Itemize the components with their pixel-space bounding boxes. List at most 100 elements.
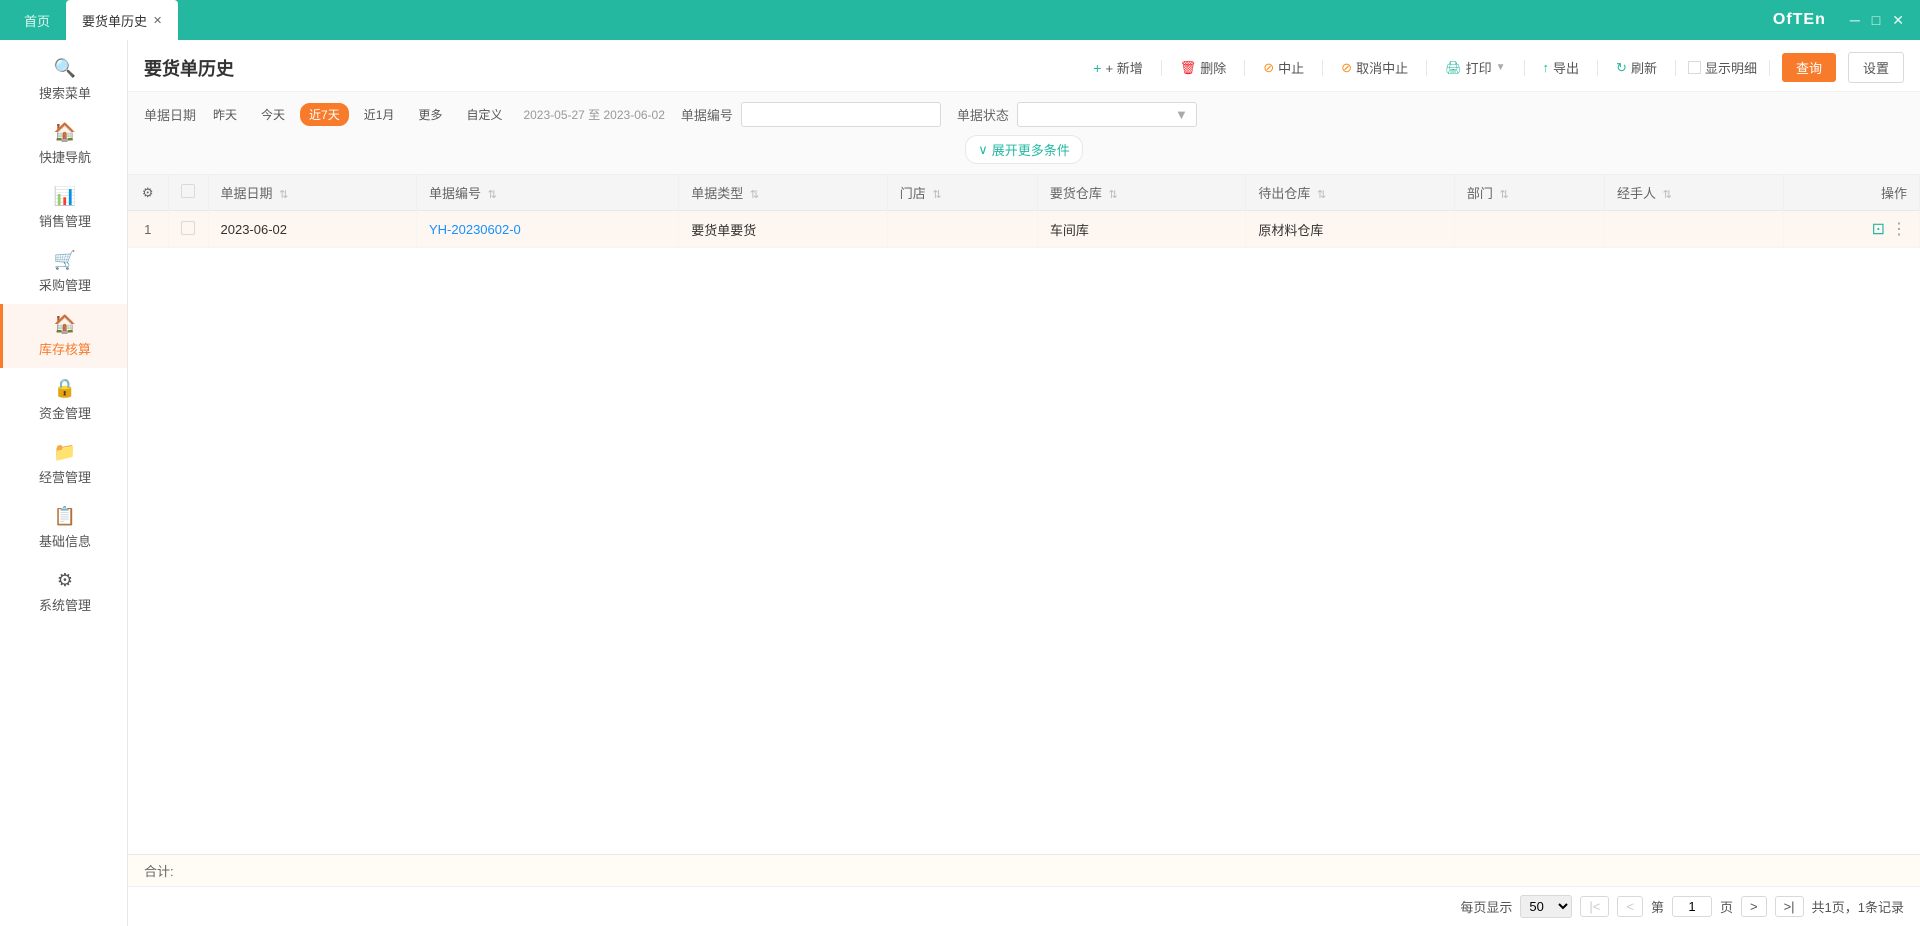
delete-icon: 🗑: [1180, 60, 1197, 76]
view-action-icon[interactable]: ⊡: [1872, 219, 1885, 239]
sidebar-item-finance[interactable]: 🔒 资金管理: [0, 368, 127, 432]
page-size-select[interactable]: 50 10 20 100: [1520, 895, 1572, 918]
status-select[interactable]: ▼: [1017, 102, 1197, 127]
brand-label: OfTEn: [1769, 11, 1838, 29]
tab-home[interactable]: 首页: [8, 0, 66, 40]
col-store-label: 门店: [900, 186, 926, 201]
tab-requisition-history[interactable]: 要货单历史 ✕: [66, 0, 178, 40]
setting-button[interactable]: 设置: [1848, 52, 1904, 83]
expand-more-button[interactable]: ∨ 展开更多条件: [965, 135, 1083, 164]
col-handler[interactable]: 经手人 ⇅: [1605, 175, 1784, 211]
sales-icon: 📊: [54, 186, 76, 207]
doc-no-link[interactable]: YH-20230602-0: [429, 222, 521, 237]
sidebar-item-inventory[interactable]: 🏠 库存核算: [0, 304, 127, 368]
row-req-warehouse: 车间库: [1037, 211, 1246, 248]
more-action-icon[interactable]: ⋮: [1891, 219, 1907, 239]
col-doc-date-label: 单据日期: [221, 186, 273, 201]
row-handler: [1605, 211, 1784, 248]
date-btn-custom[interactable]: 自定义: [457, 103, 511, 126]
date-btn-yesterday[interactable]: 昨天: [204, 103, 246, 126]
date-btn-7days[interactable]: 近7天: [300, 103, 349, 126]
close-icon[interactable]: ✕: [1892, 12, 1904, 29]
stop-button[interactable]: ⊘ 中止: [1257, 54, 1310, 81]
date-filter-label: 单据日期: [144, 105, 196, 124]
print-button[interactable]: 🖨 打印 ▼: [1439, 54, 1511, 81]
sidebar-label-finance: 资金管理: [39, 403, 91, 422]
row-doc-no[interactable]: YH-20230602-0: [417, 211, 679, 248]
sidebar-item-sales[interactable]: 📊 销售管理: [0, 176, 127, 240]
export-icon: ↑: [1543, 60, 1550, 75]
row-doc-date: 2023-06-02: [208, 211, 417, 248]
first-page-button[interactable]: |<: [1580, 896, 1609, 917]
col-req-warehouse[interactable]: 要货仓库 ⇅: [1037, 175, 1246, 211]
minimize-icon[interactable]: ─: [1850, 12, 1860, 28]
delete-label: 删除: [1200, 58, 1226, 77]
ops-icon: 📁: [54, 442, 76, 463]
date-btn-today[interactable]: 今天: [252, 103, 294, 126]
stop-label: 中止: [1278, 58, 1304, 77]
query-button[interactable]: 查询: [1782, 53, 1836, 82]
prev-page-button[interactable]: <: [1617, 896, 1643, 917]
print-label: 打印: [1466, 58, 1492, 77]
page-input[interactable]: [1672, 896, 1712, 917]
inventory-icon: 🏠: [54, 314, 76, 335]
top-bar: 首页 要货单历史 ✕ OfTEn ─ □ ✕: [0, 0, 1920, 40]
date-buttons: 昨天 今天 近7天 近1月 更多 自定义: [204, 103, 511, 126]
export-label: 导出: [1553, 58, 1579, 77]
sidebar-item-basic-info[interactable]: 📋 基础信息: [0, 496, 127, 560]
next-page-button[interactable]: >: [1741, 896, 1767, 917]
sidebar-label-basic-info: 基础信息: [39, 531, 91, 550]
delete-button[interactable]: 🗑 删除: [1174, 54, 1233, 81]
table-footer: 合计:: [128, 854, 1920, 886]
toolbar-divider-8: [1769, 60, 1770, 76]
date-btn-more[interactable]: 更多: [409, 103, 451, 126]
quick-nav-icon: 🏠: [54, 122, 76, 143]
select-all-checkbox[interactable]: [181, 184, 195, 198]
date-range-display: 2023-05-27 至 2023-06-02: [523, 106, 664, 123]
row-num: 1: [128, 211, 168, 248]
sys-icon: ⚙: [57, 570, 73, 591]
refresh-button[interactable]: ↻ 刷新: [1610, 54, 1663, 81]
sidebar: 🔍 搜索菜单 🏠 快捷导航 📊 销售管理 🛒 采购管理 🏠 库存核算 🔒 资金管…: [0, 40, 128, 926]
col-pending-warehouse[interactable]: 待出仓库 ⇅: [1246, 175, 1455, 211]
date-btn-1month[interactable]: 近1月: [355, 103, 404, 126]
row-select-checkbox[interactable]: [181, 221, 195, 235]
col-store[interactable]: 门店 ⇅: [887, 175, 1037, 211]
col-doc-type[interactable]: 单据类型 ⇅: [679, 175, 888, 211]
col-doc-no[interactable]: 单据编号 ⇅: [417, 175, 679, 211]
filter-docno-field: 单据编号: [681, 102, 941, 127]
sort-dept-icon: ⇅: [1500, 189, 1509, 201]
toolbar-divider-4: [1426, 60, 1427, 76]
last-page-button[interactable]: >|: [1775, 896, 1804, 917]
col-req-warehouse-label: 要货仓库: [1050, 186, 1102, 201]
sidebar-label-sales: 销售管理: [39, 211, 91, 230]
table-wrapper: ⚙ 单据日期 ⇅ 单据编号 ⇅ 单据类型: [128, 175, 1920, 854]
sort-req-warehouse-icon: ⇅: [1109, 189, 1118, 201]
col-settings[interactable]: ⚙: [128, 175, 168, 211]
filter-date-field: 单据日期 昨天 今天 近7天 近1月 更多 自定义 2023-05-27 至 2…: [144, 103, 665, 126]
cancel-stop-button[interactable]: ⊘ 取消中止: [1335, 54, 1414, 81]
new-button[interactable]: + + 新增: [1087, 54, 1148, 81]
sidebar-item-purchase[interactable]: 🛒 采购管理: [0, 240, 127, 304]
row-doc-type: 要货单要货: [679, 211, 888, 248]
new-icon: +: [1093, 60, 1101, 76]
toolbar-divider-1: [1161, 60, 1162, 76]
col-checkbox[interactable]: [168, 175, 208, 211]
tab-home-label: 首页: [24, 11, 50, 30]
sidebar-item-quick-nav[interactable]: 🏠 快捷导航: [0, 112, 127, 176]
row-store: [887, 211, 1037, 248]
page-label: 第: [1651, 897, 1664, 916]
tab-requisition-label: 要货单历史: [82, 11, 147, 30]
maximize-icon[interactable]: □: [1872, 12, 1880, 28]
docno-input[interactable]: [741, 102, 941, 127]
row-checkbox[interactable]: [168, 211, 208, 248]
tab-close-icon[interactable]: ✕: [153, 14, 162, 27]
sidebar-item-ops[interactable]: 📁 经营管理: [0, 432, 127, 496]
display-toggle[interactable]: 显示明细: [1688, 58, 1757, 77]
col-dept[interactable]: 部门 ⇅: [1454, 175, 1604, 211]
sort-store-icon: ⇅: [932, 189, 941, 201]
col-doc-date[interactable]: 单据日期 ⇅: [208, 175, 417, 211]
sidebar-item-search-menu[interactable]: 🔍 搜索菜单: [0, 48, 127, 112]
export-button[interactable]: ↑ 导出: [1537, 54, 1586, 81]
sidebar-item-sys[interactable]: ⚙ 系统管理: [0, 560, 127, 624]
